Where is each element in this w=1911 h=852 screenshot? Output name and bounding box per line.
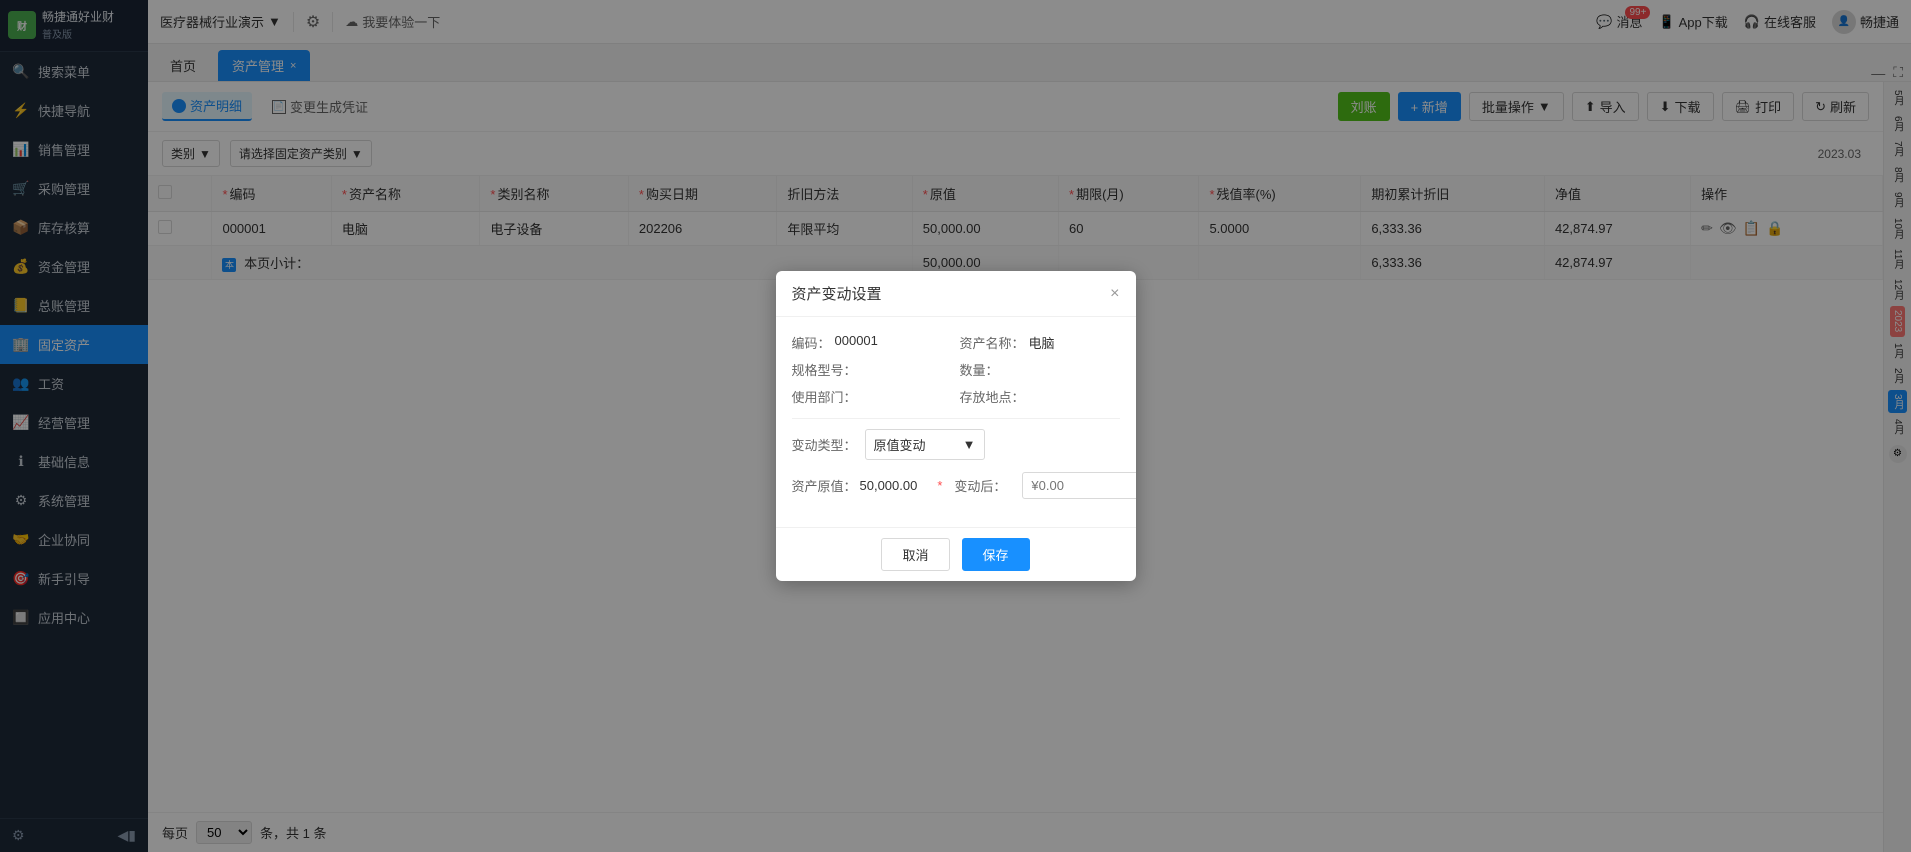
dialog-code-item: 编码： 000001: [792, 333, 952, 352]
dialog-location-label: 存放地点：: [960, 387, 1025, 406]
save-button[interactable]: 保存: [962, 538, 1030, 571]
dialog-info-grid: 编码： 000001 资产名称： 电脑 规格型号： 数量： 使用部门：: [792, 333, 1120, 406]
dialog-original-value: 50,000.00: [860, 478, 918, 493]
dialog-change-type-label: 变动类型：: [792, 435, 857, 454]
dialog-location-item: 存放地点：: [960, 387, 1120, 406]
dialog-name-item: 资产名称： 电脑: [960, 333, 1120, 352]
asset-change-dialog: 资产变动设置 × 编码： 000001 资产名称： 电脑 规格型号： 数量：: [776, 271, 1136, 581]
dialog-spec-item: 规格型号：: [792, 360, 952, 379]
dialog-code-value: 000001: [835, 333, 878, 352]
dialog-after-change-label: 变动后：: [954, 476, 1014, 495]
after-change-input[interactable]: [1022, 472, 1135, 499]
dialog-spec-label: 规格型号：: [792, 360, 857, 379]
dialog-footer: 取消 保存: [776, 527, 1136, 581]
dialog-code-label: 编码：: [792, 333, 831, 352]
required-mark: *: [937, 478, 942, 493]
dialog-header: 资产变动设置 ×: [776, 271, 1136, 317]
change-type-dropdown-icon: ▼: [963, 437, 976, 452]
dialog-change-type-row: 变动类型： 原值变动 ▼: [792, 429, 1120, 460]
modal-overlay: 资产变动设置 × 编码： 000001 资产名称： 电脑 规格型号： 数量：: [0, 0, 1911, 852]
dialog-title: 资产变动设置: [792, 283, 882, 304]
dialog-department-label: 使用部门：: [792, 387, 857, 406]
dialog-original-value-row: 资产原值： 50,000.00 * 变动后：: [792, 472, 1120, 499]
dialog-name-value: 电脑: [1029, 333, 1055, 352]
dialog-change-type-value: 原值变动: [874, 435, 926, 454]
dialog-close-btn[interactable]: ×: [1110, 285, 1119, 303]
dialog-original-value-label: 资产原值：: [792, 476, 852, 495]
dialog-quantity-item: 数量：: [960, 360, 1120, 379]
cancel-button[interactable]: 取消: [881, 538, 949, 571]
dialog-name-label: 资产名称：: [960, 333, 1025, 352]
dialog-quantity-label: 数量：: [960, 360, 999, 379]
dialog-change-type-select[interactable]: 原值变动 ▼: [865, 429, 985, 460]
dialog-department-item: 使用部门：: [792, 387, 952, 406]
dialog-body: 编码： 000001 资产名称： 电脑 规格型号： 数量： 使用部门：: [776, 317, 1136, 527]
dialog-divider: [792, 418, 1120, 419]
